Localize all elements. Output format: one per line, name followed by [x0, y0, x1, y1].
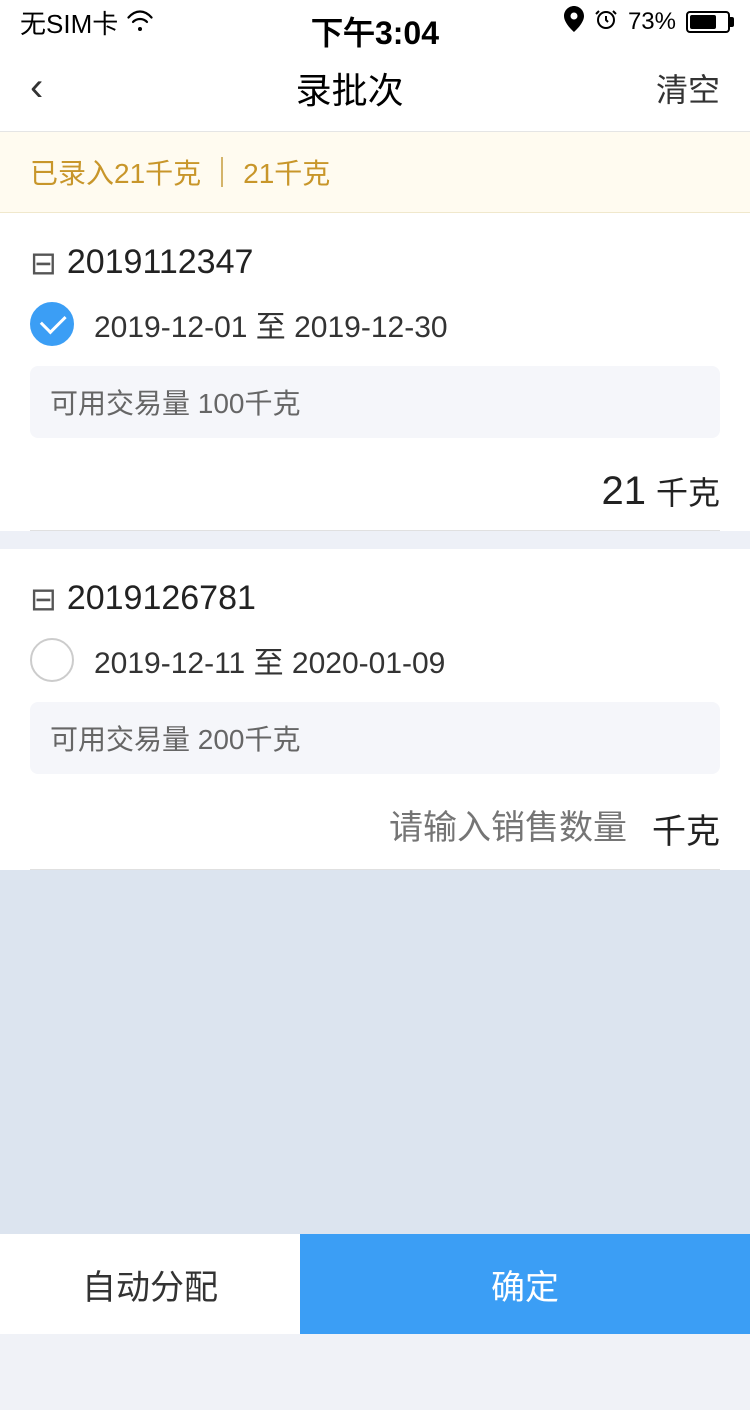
info-divider: [221, 157, 223, 187]
back-button[interactable]: ‹: [30, 65, 43, 110]
batch-1-unit: 千克: [656, 468, 720, 514]
batch-1-row[interactable]: 2019-12-01 至 2019-12-30: [0, 292, 750, 356]
batch-2-input-row: 千克: [0, 784, 750, 869]
content-area: 已录入21千克 21千克 ⊟ 2019112347 2019-12-01 至 2…: [0, 132, 750, 1410]
batch-2-checkbox[interactable]: [30, 638, 74, 682]
confirm-button[interactable]: 确定: [300, 1234, 750, 1334]
location-icon: [564, 6, 584, 39]
battery-icon: [686, 11, 730, 33]
batch-1-header: ⊟ 2019112347: [0, 213, 750, 292]
batch-1-number: 2019112347: [67, 243, 254, 282]
batch-item-1: ⊟ 2019112347 2019-12-01 至 2019-12-30 可用交…: [0, 213, 750, 531]
batch-2-header: ⊟ 2019126781: [0, 549, 750, 628]
batch-2-row[interactable]: 2019-12-11 至 2020-01-09: [0, 628, 750, 692]
info-value: 21千克: [243, 152, 330, 192]
batch-2-availability: 可用交易量 200千克: [30, 702, 720, 774]
battery-label: 73%: [628, 8, 676, 36]
batch-1-amount: 21: [601, 469, 646, 514]
info-banner: 已录入21千克 21千克: [0, 132, 750, 213]
status-left: 无SIM卡: [20, 4, 154, 41]
batch-2-date: 2019-12-11 至 2020-01-09: [94, 638, 445, 682]
batch-item-2: ⊟ 2019126781 2019-12-11 至 2020-01-09 可用交…: [0, 549, 750, 870]
batch-1-availability: 可用交易量 100千克: [30, 366, 720, 438]
status-time: 下午3:04: [311, 8, 439, 54]
page-title: 录批次: [296, 62, 404, 114]
section-separator: [0, 531, 750, 549]
carrier-label: 无SIM卡: [20, 4, 118, 41]
alarm-icon: [594, 7, 618, 38]
status-bar: 无SIM卡 下午3:04 73%: [0, 0, 750, 44]
status-right: 73%: [564, 6, 730, 39]
auto-distribute-button[interactable]: 自动分配: [0, 1234, 300, 1334]
batch-2-number: 2019126781: [67, 579, 256, 618]
batch-2-unit: 千克: [652, 804, 720, 853]
batch-2-icon: ⊟: [30, 580, 57, 618]
nav-bar: ‹ 录批次 清空: [0, 44, 750, 132]
wifi-icon: [126, 7, 154, 38]
info-entered-label: 已录入21千克: [30, 152, 201, 192]
clear-button[interactable]: 清空: [656, 65, 720, 111]
batch-1-checkbox[interactable]: [30, 302, 74, 346]
batch-1-date: 2019-12-01 至 2019-12-30: [94, 302, 448, 346]
quantity-input[interactable]: [342, 809, 642, 848]
batch-1-amount-row: 21 千克: [0, 448, 750, 530]
bottom-bar: 自动分配 确定: [0, 1234, 750, 1334]
batch-1-icon: ⊟: [30, 244, 57, 282]
